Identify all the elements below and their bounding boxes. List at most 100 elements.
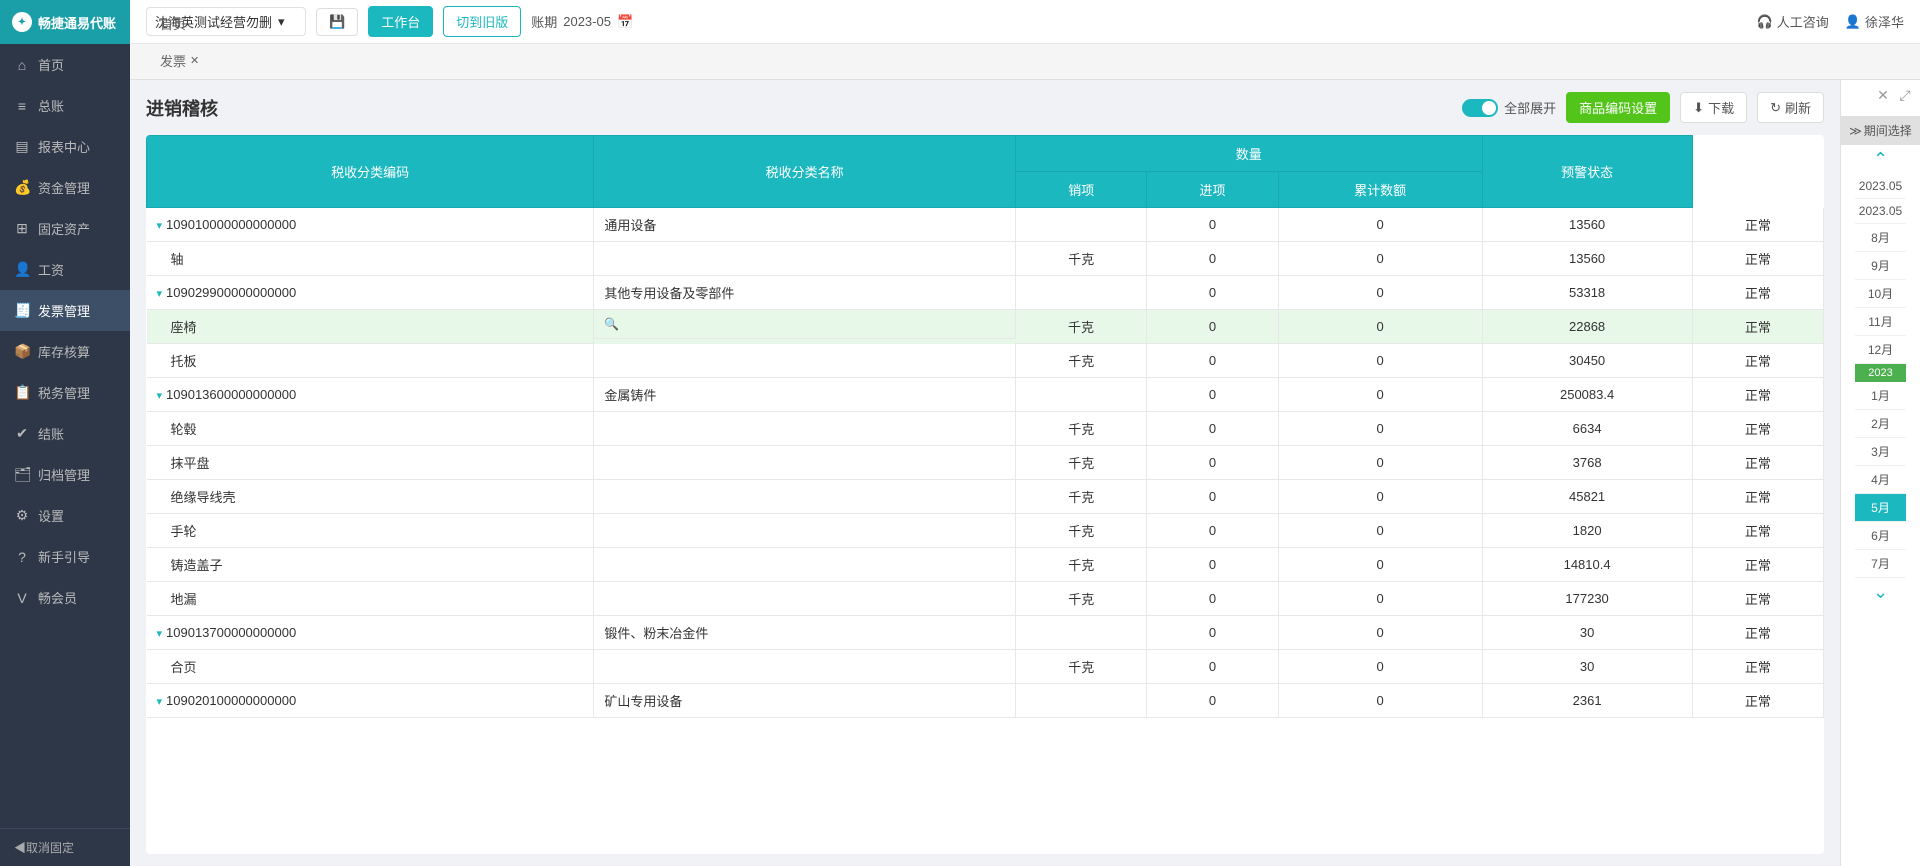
cell-code: ▾109020100000000000 bbox=[147, 684, 594, 718]
period-item-0[interactable]: 2023.05 bbox=[1855, 174, 1906, 199]
cell-sales: 0 bbox=[1147, 514, 1278, 548]
cell-sales: 0 bbox=[1147, 208, 1278, 242]
sidebar-item-archive[interactable]: 🗂归档管理 bbox=[0, 454, 130, 495]
data-table-container: 税收分类编码 税收分类名称 数量 预警状态 销项 进项 累计数额 ▾109010… bbox=[146, 135, 1824, 854]
cell-sales: 0 bbox=[1147, 582, 1278, 616]
cell-purchase: 0 bbox=[1278, 242, 1482, 276]
table-row: ▾109029900000000000 其他专用设备及零部件 0 0 53318… bbox=[147, 276, 1824, 310]
support-button[interactable]: 🎧 人工咨询 bbox=[1757, 12, 1829, 31]
period-item-10[interactable]: 3月 bbox=[1855, 438, 1906, 466]
table-row: 轮毂 千克 0 0 6634 正常 bbox=[147, 412, 1824, 446]
cell-purchase: 0 bbox=[1278, 378, 1482, 412]
period-item-11[interactable]: 4月 bbox=[1855, 466, 1906, 494]
search-icon[interactable]: 🔍 bbox=[604, 317, 619, 331]
sidebar-item-home[interactable]: ⌂ 首页 bbox=[0, 44, 130, 85]
cell-name bbox=[594, 412, 1016, 446]
cell-warning: 正常 bbox=[1692, 548, 1823, 582]
user-menu[interactable]: 👤 徐泽华 bbox=[1845, 12, 1904, 31]
cell-name: 通用设备 bbox=[594, 208, 1016, 242]
inventory-icon: 📦 bbox=[14, 343, 30, 360]
cell-code: ▾109010000000000000 bbox=[147, 208, 594, 242]
sidebar-label-home: 首页 bbox=[38, 55, 64, 74]
sidebar-label-settings: 设置 bbox=[38, 506, 64, 525]
cell-code: 抹平盘 bbox=[147, 446, 594, 480]
cell-name bbox=[594, 582, 1016, 616]
cell-unit bbox=[1016, 276, 1147, 310]
period-item-9[interactable]: 2月 bbox=[1855, 410, 1906, 438]
period-item-8[interactable]: 1月 bbox=[1855, 382, 1906, 410]
header-actions: 全部展开 商品编码设置 ⬇ 下载 ↻ 刷新 bbox=[1462, 92, 1824, 123]
sidebar-item-inventory[interactable]: 📦库存核算 bbox=[0, 331, 130, 372]
tab-首页[interactable]: 首页 bbox=[146, 6, 239, 43]
cell-code: 托板 bbox=[147, 344, 594, 378]
close-panel-button[interactable]: ✕ bbox=[1874, 86, 1892, 104]
cell-code: 铸造盖子 bbox=[147, 548, 594, 582]
logo-icon: ✦ bbox=[12, 12, 32, 32]
cell-purchase: 0 bbox=[1278, 208, 1482, 242]
cell-warning: 正常 bbox=[1692, 650, 1823, 684]
expand-panel-button[interactable]: ⤢ bbox=[1896, 86, 1914, 104]
period-item-6[interactable]: 12月 bbox=[1855, 336, 1906, 364]
sidebar-item-guide[interactable]: ?新手引导 bbox=[0, 536, 130, 577]
home-icon: ⌂ bbox=[14, 57, 30, 73]
cell-warning: 正常 bbox=[1692, 276, 1823, 310]
cell-name: 矿山专用设备 bbox=[594, 684, 1016, 718]
settings-icon: ⚙ bbox=[14, 507, 30, 524]
download-button[interactable]: ⬇ 下载 bbox=[1680, 92, 1747, 123]
close-tab-1[interactable]: ✕ bbox=[190, 54, 199, 67]
sidebar-unpin-button[interactable]: ◀取消固定 bbox=[0, 828, 130, 866]
cell-sales: 0 bbox=[1147, 616, 1278, 650]
sidebar-item-assets[interactable]: ⊞固定资产 bbox=[0, 208, 130, 249]
period-item-2[interactable]: 8月 bbox=[1855, 224, 1906, 252]
cell-purchase: 0 bbox=[1278, 548, 1482, 582]
sidebar-item-settings[interactable]: ⚙ 设置 bbox=[0, 495, 130, 536]
period-item-14[interactable]: 7月 bbox=[1855, 550, 1906, 578]
table-row: 手轮 千克 0 0 1820 正常 bbox=[147, 514, 1824, 548]
period-item-3[interactable]: 9月 bbox=[1855, 252, 1906, 280]
sidebar-item-reports[interactable]: ▤报表中心 bbox=[0, 126, 130, 167]
table-row: 座椅 🔍 千克 0 0 22868 正常 bbox=[147, 310, 1824, 344]
switch-old-button[interactable]: 切到旧版 bbox=[443, 6, 521, 37]
cell-name: 🔍 bbox=[594, 310, 1015, 339]
invoice-icon: 🧾 bbox=[14, 302, 30, 319]
scroll-up-button[interactable]: ⌃ bbox=[1869, 145, 1892, 174]
table-row: 绝缘导线壳 千克 0 0 45821 正常 bbox=[147, 480, 1824, 514]
cell-warning: 正常 bbox=[1692, 446, 1823, 480]
sidebar-item-salary[interactable]: 👤工资 bbox=[0, 249, 130, 290]
cell-unit: 千克 bbox=[1016, 310, 1147, 344]
cell-code: 轮毂 bbox=[147, 412, 594, 446]
calendar-icon[interactable]: 📅 bbox=[617, 14, 633, 30]
period-item-13[interactable]: 6月 bbox=[1855, 522, 1906, 550]
table-row: 抹平盘 千克 0 0 3768 正常 bbox=[147, 446, 1824, 480]
page-header: 进销稽核 全部展开 商品编码设置 ⬇ 下载 ↻ 刷新 bbox=[146, 92, 1824, 123]
sidebar-item-checkout[interactable]: ✔结账 bbox=[0, 413, 130, 454]
tab-发票[interactable]: 发票✕ bbox=[146, 43, 239, 80]
expand-toggle[interactable]: 全部展开 bbox=[1462, 98, 1556, 117]
sidebar-item-funds[interactable]: 💰资金管理 bbox=[0, 167, 130, 208]
period-item-1[interactable]: 2023.05 bbox=[1855, 199, 1906, 224]
sidebar-item-invoice[interactable]: 🧾发票管理 bbox=[0, 290, 130, 331]
workspace-button[interactable]: 工作台 bbox=[368, 6, 433, 37]
cell-code: 地漏 bbox=[147, 582, 594, 616]
sidebar-item-ledger[interactable]: ≡总账 bbox=[0, 85, 130, 126]
product-code-button[interactable]: 商品编码设置 bbox=[1566, 92, 1670, 123]
sidebar-label-reports: 报表中心 bbox=[38, 137, 90, 156]
cell-code: 手轮 bbox=[147, 514, 594, 548]
sidebar-item-vip[interactable]: V畅会员 bbox=[0, 577, 130, 618]
period-item-5[interactable]: 11月 bbox=[1855, 308, 1906, 336]
cell-total: 2361 bbox=[1482, 684, 1692, 718]
guide-icon: ? bbox=[14, 549, 30, 565]
topbar: 沈海英测试经营勿删 ▾ 💾 工作台 切到旧版 账期 2023-05 📅 🎧 人工… bbox=[130, 0, 1920, 44]
save-draft-button[interactable]: 💾 bbox=[316, 8, 358, 36]
scroll-down-button[interactable]: ⌄ bbox=[1869, 578, 1892, 607]
sidebar-item-tax[interactable]: 📋税务管理 bbox=[0, 372, 130, 413]
toggle-switch-control[interactable] bbox=[1462, 99, 1498, 117]
refresh-button[interactable]: ↻ 刷新 bbox=[1757, 92, 1824, 123]
cell-unit: 千克 bbox=[1016, 582, 1147, 616]
period-item-12[interactable]: 5月 bbox=[1855, 494, 1906, 522]
period-select-header[interactable]: ≫ 期间选择 bbox=[1841, 116, 1920, 145]
download-icon: ⬇ bbox=[1693, 100, 1704, 116]
period-item-4[interactable]: 10月 bbox=[1855, 280, 1906, 308]
toggle-label: 全部展开 bbox=[1504, 98, 1556, 117]
cell-purchase: 0 bbox=[1278, 446, 1482, 480]
